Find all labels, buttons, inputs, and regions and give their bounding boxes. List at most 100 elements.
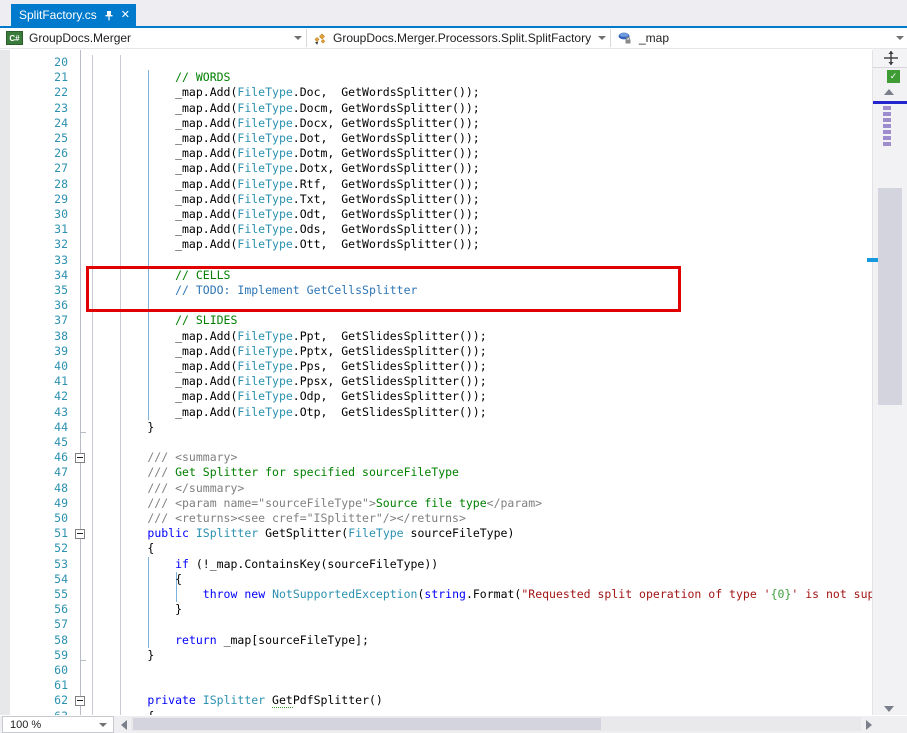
code-line[interactable]: 50 /// <returns><see cref="ISplitter"/><…	[0, 511, 872, 526]
code-line[interactable]: 46 /// <summary>	[0, 450, 872, 465]
code-line[interactable]: 24 _map.Add(FileType.Docx, GetWordsSplit…	[0, 116, 872, 131]
code-line[interactable]: 45	[0, 435, 872, 450]
code-text[interactable]: {	[92, 572, 182, 587]
scroll-left-arrow[interactable]	[121, 720, 127, 730]
chevron-down-icon[interactable]	[294, 36, 302, 40]
type-dropdown[interactable]: GroupDocs.Merger.Processors.Split.SplitF…	[307, 28, 616, 48]
code-text[interactable]: }	[92, 602, 182, 617]
code-line[interactable]: 28 _map.Add(FileType.Rtf, GetWordsSplitt…	[0, 177, 872, 192]
code-line[interactable]: 43 _map.Add(FileType.Otp, GetSlidesSplit…	[0, 405, 872, 420]
code-text[interactable]: _map.Add(FileType.Otp, GetSlidesSplitter…	[92, 405, 487, 420]
code-line[interactable]: 58 return _map[sourceFileType];	[0, 633, 872, 648]
code-text[interactable]: return _map[sourceFileType];	[92, 633, 369, 648]
code-line[interactable]: 25 _map.Add(FileType.Dot, GetWordsSplitt…	[0, 131, 872, 146]
code-line[interactable]: 56 }	[0, 602, 872, 617]
code-text[interactable]: _map.Add(FileType.Ppt, GetSlidesSplitter…	[92, 329, 487, 344]
horizontal-scrollbar[interactable]	[131, 717, 861, 731]
split-editor-handle[interactable]	[873, 49, 907, 68]
scroll-up-arrow[interactable]	[884, 89, 894, 95]
zoom-dropdown[interactable]: 100 %	[2, 716, 114, 733]
code-text[interactable]: /// <returns><see cref="ISplitter"/></re…	[92, 511, 466, 526]
code-line[interactable]: 55 throw new NotSupportedException(strin…	[0, 587, 872, 602]
pin-icon[interactable]	[104, 10, 114, 21]
code-text[interactable]: _map.Add(FileType.Odp, GetSlidesSplitter…	[92, 389, 487, 404]
code-text[interactable]: _map.Add(FileType.Ods, GetWordsSplitter(…	[92, 222, 480, 237]
code-line[interactable]: 44 }	[0, 420, 872, 435]
code-line[interactable]: 40 _map.Add(FileType.Pps, GetSlidesSplit…	[0, 359, 872, 374]
code-text[interactable]: // SLIDES	[92, 313, 237, 328]
fold-collapse-button[interactable]	[75, 528, 85, 539]
code-line[interactable]: 41 _map.Add(FileType.Ppsx, GetSlidesSpli…	[0, 374, 872, 389]
code-health-indicator-icon[interactable]: ✓	[887, 70, 900, 83]
code-line[interactable]: 47 /// Get Splitter for specified source…	[0, 465, 872, 480]
code-line[interactable]: 26 _map.Add(FileType.Dotm, GetWordsSplit…	[0, 146, 872, 161]
code-text[interactable]: _map.Add(FileType.Pptx, GetSlidesSplitte…	[92, 344, 487, 359]
fold-collapse-button[interactable]	[75, 695, 85, 706]
code-text[interactable]: public ISplitter GetSplitter(FileType so…	[92, 526, 514, 541]
code-text[interactable]: _map.Add(FileType.Dotx, GetWordsSplitter…	[92, 161, 480, 176]
code-line[interactable]: 23 _map.Add(FileType.Docm, GetWordsSplit…	[0, 101, 872, 116]
code-line[interactable]: 32 _map.Add(FileType.Ott, GetWordsSplitt…	[0, 237, 872, 252]
code-line[interactable]: 59 }	[0, 648, 872, 663]
tab-splitfactory[interactable]: SplitFactory.cs ✕	[11, 4, 137, 26]
code-text[interactable]: _map.Add(FileType.Rtf, GetWordsSplitter(…	[92, 177, 480, 192]
code-text[interactable]: if (!_map.ContainsKey(sourceFileType))	[92, 557, 438, 572]
code-line[interactable]: 62 private ISplitter GetPdfSplitter()	[0, 693, 872, 709]
vertical-scrollbar[interactable]: ✓	[867, 49, 907, 715]
code-line[interactable]: 60	[0, 663, 872, 678]
code-text[interactable]: /// </summary>	[92, 481, 244, 496]
close-icon[interactable]: ✕	[121, 9, 130, 21]
code-line[interactable]: 20	[0, 55, 872, 70]
code-line[interactable]: 31 _map.Add(FileType.Ods, GetWordsSplitt…	[0, 222, 872, 237]
code-line[interactable]: 48 /// </summary>	[0, 481, 872, 496]
scroll-down-arrow[interactable]	[884, 706, 894, 712]
code-text[interactable]: _map.Add(FileType.Ppsx, GetSlidesSplitte…	[92, 374, 487, 389]
fold-collapse-button[interactable]	[75, 452, 85, 463]
code-text[interactable]: /// Get Splitter for specified sourceFil…	[92, 465, 459, 480]
code-text[interactable]: _map.Add(FileType.Pps, GetSlidesSplitter…	[92, 359, 487, 374]
chevron-down-icon[interactable]	[896, 36, 904, 40]
code-text[interactable]: private ISplitter GetPdfSplitter()	[92, 693, 383, 709]
code-text[interactable]: /// <summary>	[92, 450, 237, 465]
chevron-down-icon[interactable]	[598, 36, 606, 40]
code-text[interactable]: /// <param name="sourceFileType">Source …	[92, 496, 542, 511]
horizontal-scrollbar-thumb[interactable]	[133, 718, 601, 730]
chevron-down-icon[interactable]	[99, 722, 107, 727]
code-text[interactable]: }	[92, 648, 154, 663]
code-line[interactable]: 37 // SLIDES	[0, 313, 872, 328]
code-text[interactable]: {	[92, 541, 154, 556]
code-line[interactable]: 21 // WORDS	[0, 70, 872, 85]
code-text[interactable]: _map.Add(FileType.Dot, GetWordsSplitter(…	[92, 131, 480, 146]
code-line[interactable]: 53 if (!_map.ContainsKey(sourceFileType)…	[0, 557, 872, 572]
vertical-scrollbar-thumb[interactable]	[878, 188, 902, 405]
code-text[interactable]: _map.Add(FileType.Docx, GetWordsSplitter…	[92, 116, 480, 131]
code-line[interactable]: 49 /// <param name="sourceFileType">Sour…	[0, 496, 872, 511]
code-text[interactable]: _map.Add(FileType.Dotm, GetWordsSplitter…	[92, 146, 480, 161]
code-line[interactable]: 54 {	[0, 572, 872, 587]
editor[interactable]: 20 21 // WORDS 22 _map.Add(FileType.Doc, G…	[0, 50, 872, 715]
code-line[interactable]: 57	[0, 617, 872, 632]
code-line[interactable]: 38 _map.Add(FileType.Ppt, GetSlidesSplit…	[0, 329, 872, 344]
code-line[interactable]: 63 {	[0, 709, 872, 715]
scroll-right-arrow[interactable]	[866, 720, 872, 730]
code-text[interactable]: _map.Add(FileType.Txt, GetWordsSplitter(…	[92, 192, 480, 207]
code-line[interactable]: 29 _map.Add(FileType.Txt, GetWordsSplitt…	[0, 192, 872, 207]
code-line[interactable]: 51 public ISplitter GetSplitter(FileType…	[0, 526, 872, 541]
code-line[interactable]: 52 {	[0, 541, 872, 556]
project-dropdown[interactable]: C# GroupDocs.Merger	[0, 28, 312, 48]
member-dropdown[interactable]: _map	[611, 28, 907, 48]
code-line[interactable]: 61	[0, 678, 872, 693]
code-text[interactable]: _map.Add(FileType.Doc, GetWordsSplitter(…	[92, 85, 480, 100]
code-text[interactable]: throw new NotSupportedException(string.F…	[92, 587, 872, 602]
code-text[interactable]: _map.Add(FileType.Docm, GetWordsSplitter…	[92, 101, 480, 116]
code-line[interactable]: 22 _map.Add(FileType.Doc, GetWordsSplitt…	[0, 85, 872, 100]
code-text[interactable]: }	[92, 420, 154, 435]
code-line[interactable]: 27 _map.Add(FileType.Dotx, GetWordsSplit…	[0, 161, 872, 176]
code-line[interactable]: 42 _map.Add(FileType.Odp, GetSlidesSplit…	[0, 389, 872, 404]
code-text[interactable]: {	[92, 709, 154, 715]
code-text[interactable]: _map.Add(FileType.Ott, GetWordsSplitter(…	[92, 237, 480, 252]
code-text[interactable]: _map.Add(FileType.Odt, GetWordsSplitter(…	[92, 207, 480, 222]
code-line[interactable]: 39 _map.Add(FileType.Pptx, GetSlidesSpli…	[0, 344, 872, 359]
code-line[interactable]: 30 _map.Add(FileType.Odt, GetWordsSplitt…	[0, 207, 872, 222]
code-text[interactable]: // WORDS	[92, 70, 230, 85]
